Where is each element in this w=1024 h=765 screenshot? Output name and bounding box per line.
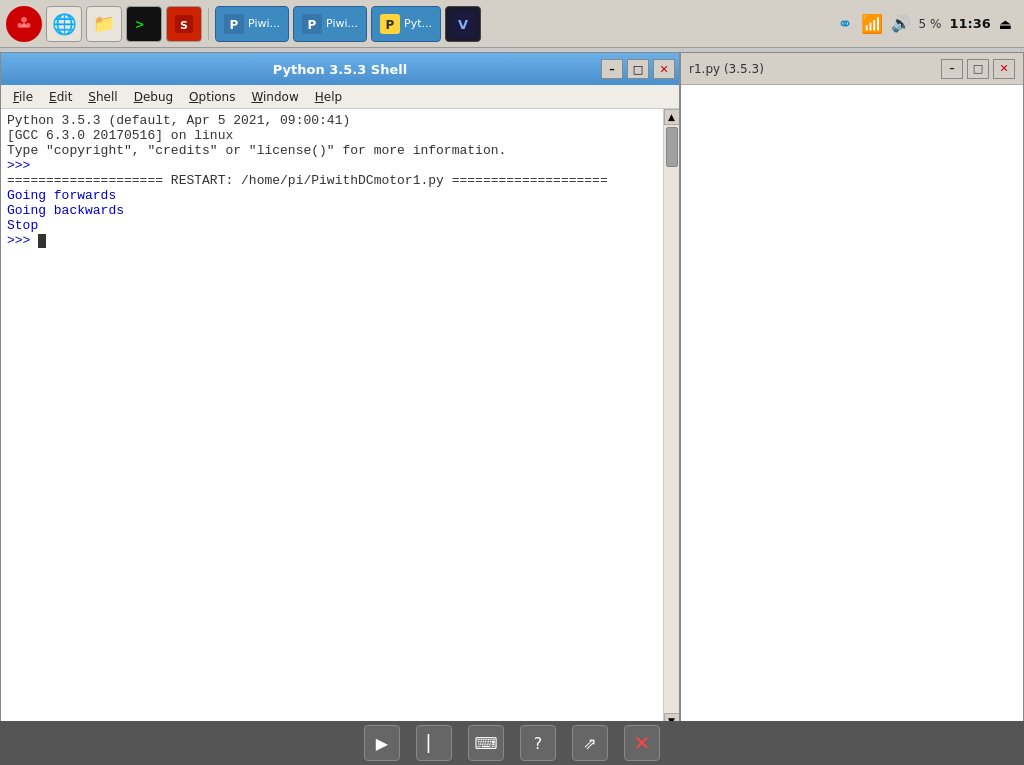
cursor-tool-button[interactable]: ▶	[364, 725, 400, 761]
battery-indicator: 5 %	[919, 17, 942, 31]
svg-text:V: V	[458, 17, 468, 32]
editor-restore-button[interactable]: □	[967, 59, 989, 79]
menu-edit[interactable]: Edit	[41, 88, 80, 106]
python-shell-window: Python 3.5.3 Shell – □ ✕ File Edit Shell…	[0, 52, 680, 752]
output-stop: Stop	[7, 218, 657, 233]
shell-output[interactable]: Python 3.5.3 (default, Apr 5 2021, 09:00…	[1, 109, 663, 729]
menu-window[interactable]: Window	[243, 88, 306, 106]
scroll-thumb[interactable]	[666, 127, 678, 167]
editor-title: r1.py (3.5.3)	[689, 62, 764, 76]
output-line-1: Python 3.5.3 (default, Apr 5 2021, 09:00…	[7, 113, 657, 128]
output-prompt-1: >>>	[7, 158, 657, 173]
editor-window: r1.py (3.5.3) – □ ✕	[680, 52, 1024, 752]
scroll-track[interactable]	[664, 125, 679, 713]
editor-minimize-button[interactable]: –	[941, 59, 963, 79]
terminal-button[interactable]: >_	[126, 6, 162, 42]
volume-icon[interactable]: 🔊	[891, 14, 911, 33]
output-going-backwards: Going backwards	[7, 203, 657, 218]
shell-window-controls: – □ ✕	[601, 59, 675, 79]
system-tray: ⚭ 📶 🔊 5 % 11:36 ⏏	[837, 13, 1020, 34]
menu-shell[interactable]: Shell	[80, 88, 125, 106]
menu-help[interactable]: Help	[307, 88, 350, 106]
wifi-icon[interactable]: 📶	[861, 13, 883, 34]
ve-button[interactable]: V	[445, 6, 481, 42]
shell-title: Python 3.5.3 Shell	[9, 62, 671, 77]
taskbar: 🌐 📁 >_ S P Piwi... P Piwi... P	[0, 0, 1024, 48]
resize-tool-button[interactable]: ⇗	[572, 725, 608, 761]
cursor	[38, 234, 46, 248]
insert-tool-button[interactable]: ▏	[416, 725, 452, 761]
bottom-close-button[interactable]: ✕	[624, 725, 660, 761]
raspberry-menu-button[interactable]	[6, 6, 42, 42]
browser-button[interactable]: 🌐	[46, 6, 82, 42]
keyboard-tool-button[interactable]: ⌨	[468, 725, 504, 761]
minimize-button[interactable]: –	[601, 59, 623, 79]
clock: 11:36	[949, 16, 990, 31]
editor-titlebar: r1.py (3.5.3) – □ ✕	[681, 53, 1023, 85]
python-tab-3[interactable]: P Pyt...	[371, 6, 441, 42]
output-line-2: [GCC 6.3.0 20170516] on linux	[7, 128, 657, 143]
svg-text:P: P	[386, 18, 395, 32]
svg-text:S: S	[180, 19, 188, 32]
menu-file[interactable]: File	[5, 88, 41, 106]
shell-content-area: Python 3.5.3 (default, Apr 5 2021, 09:00…	[1, 109, 679, 729]
output-prompt-2: >>>	[7, 233, 657, 248]
svg-point-1	[21, 17, 27, 23]
bluetooth-icon[interactable]: ⚭	[837, 13, 852, 34]
eject-icon[interactable]: ⏏	[999, 16, 1012, 32]
shell-menubar: File Edit Shell Debug Options Window Hel…	[1, 85, 679, 109]
close-button[interactable]: ✕	[653, 59, 675, 79]
python-tab-2[interactable]: P Piwi...	[293, 6, 367, 42]
editor-window-controls: – □ ✕	[941, 59, 1015, 79]
files-button[interactable]: 📁	[86, 6, 122, 42]
editor-close-button[interactable]: ✕	[993, 59, 1015, 79]
python-tab-1[interactable]: P Piwi...	[215, 6, 289, 42]
output-restart: ==================== RESTART: /home/pi/P…	[7, 173, 657, 188]
bottom-toolbar: ▶ ▏ ⌨ ? ⇗ ✕	[0, 721, 1024, 765]
svg-text:P: P	[230, 18, 239, 32]
shell-scrollbar[interactable]: ▲ ▼	[663, 109, 679, 729]
svn-button[interactable]: S	[166, 6, 202, 42]
menu-debug[interactable]: Debug	[126, 88, 181, 106]
help-tool-button[interactable]: ?	[520, 725, 556, 761]
scroll-up-arrow[interactable]: ▲	[664, 109, 680, 125]
output-line-3: Type "copyright", "credits" or "license(…	[7, 143, 657, 158]
maximize-button[interactable]: □	[627, 59, 649, 79]
shell-titlebar: Python 3.5.3 Shell – □ ✕	[1, 53, 679, 85]
svg-text:P: P	[308, 18, 317, 32]
separator-1	[208, 8, 209, 40]
output-going-forwards: Going forwards	[7, 188, 657, 203]
menu-options[interactable]: Options	[181, 88, 243, 106]
